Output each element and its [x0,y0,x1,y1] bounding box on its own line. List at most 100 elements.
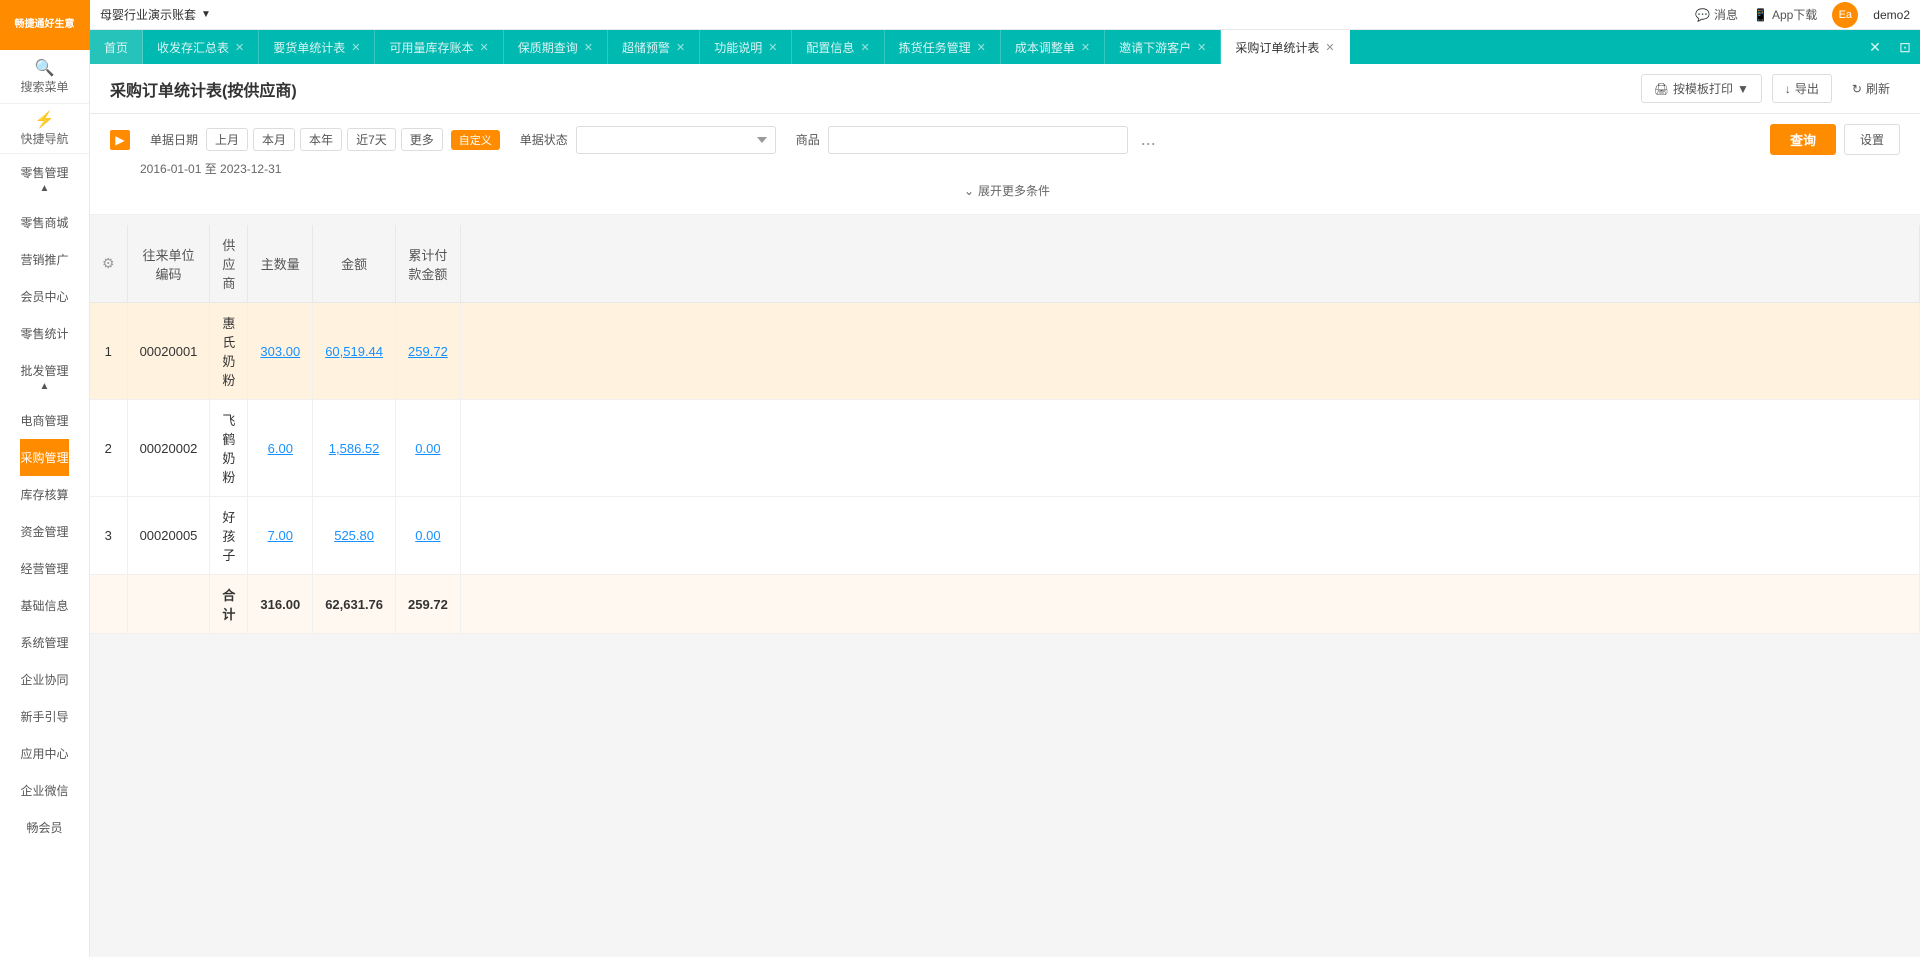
sidebar-item-marketing[interactable]: 营销推广 [20,241,68,278]
username-label[interactable]: demo2 [1873,8,1910,22]
tab-purchase-stat[interactable]: 采购订单统计表 ✕ [1221,30,1349,64]
tab-config-info[interactable]: 配置信息 ✕ [792,30,884,64]
sidebar-item-sys-mgmt[interactable]: 系统管理 [20,624,68,661]
tab-receive-send[interactable]: 收发存汇总表 ✕ [143,30,259,64]
cell-extra [460,400,1919,497]
summary-qty: 316.00 [248,575,313,634]
topbar-right: 💬 消息 📱 App下载 Ea demo2 [1695,2,1910,28]
workspace-selector[interactable]: 母婴行业演示账套 ▼ [100,6,211,23]
filter-bar: ▶ 单据日期 上月 本月 本年 近7天 更多 自定义 单据状态 [90,114,1920,215]
summary-amount: 62,631.76 [313,575,396,634]
settings-button[interactable]: 设置 [1844,124,1900,155]
tab-config-info-close[interactable]: ✕ [860,41,869,54]
page-content: 采购订单统计表(按供应商) 🖨 按模板打印 ▼ ↓ 导出 ↻ 刷新 [90,64,1920,957]
tab-home[interactable]: 首页 [90,30,143,64]
sidebar-item-new-guide[interactable]: 新手引导 [20,698,68,735]
tab-invite-downstream[interactable]: 邀请下游客户 ✕ [1105,30,1221,64]
filter-dots[interactable]: ... [1141,129,1156,150]
topbar: 母婴行业演示账套 ▼ 💬 消息 📱 App下载 Ea demo2 [90,0,1920,30]
query-button[interactable]: 查询 [1770,124,1836,155]
sidebar-item-enterprise-wechat[interactable]: 企业微信 [20,772,68,809]
tab-receive-send-close[interactable]: ✕ [235,41,244,54]
sidebar-item-search[interactable]: 🔍 搜索菜单 [0,50,89,104]
sidebar-item-vip[interactable]: 畅会员 [20,809,68,846]
status-filter-select[interactable] [576,126,776,154]
message-label: 消息 [1714,6,1738,23]
sidebar-item-quick-nav[interactable]: ⚡ 快捷导航 [0,104,89,154]
gear-icon[interactable]: ⚙ [102,255,115,271]
tab-expand-button[interactable]: ⊡ [1890,30,1920,64]
sidebar-item-stock-check[interactable]: 库存核算 [20,476,68,513]
print-button[interactable]: 🖨 按模板打印 ▼ [1641,74,1762,103]
filter-toggle-button[interactable]: ▶ [110,130,130,150]
tab-pick-task[interactable]: 拣货任务管理 ✕ [885,30,1001,64]
tab-over-stock-label: 超储预警 [622,39,670,56]
tab-usable-stock-close[interactable]: ✕ [480,41,489,54]
summary-empty-2 [127,575,210,634]
table-header-row: ⚙ 往来单位编码 供应商 主数量 金额 累计付款金额 [90,225,1920,303]
sidebar-item-ops-mgmt[interactable]: 经营管理 [20,550,68,587]
sidebar-item-enterprise-collab[interactable]: 企业协同 [20,661,68,698]
tab-pick-task-close[interactable]: ✕ [977,41,986,54]
sidebar-item-retail-stat[interactable]: 零售统计 [20,315,68,352]
goods-filter-label: 商品 [796,131,820,148]
tab-over-stock[interactable]: 超储预警 ✕ [608,30,700,64]
summary-empty-3 [460,575,1919,634]
message-button[interactable]: 💬 消息 [1695,6,1738,23]
sidebar-item-member[interactable]: 会员中心 [20,278,68,315]
sidebar-item-purchase-mgmt[interactable]: 采购管理 [20,439,68,476]
date-this-month-button[interactable]: 本月 [253,128,295,151]
date-last-month-button[interactable]: 上月 [206,128,248,151]
export-label: 导出 [1795,80,1819,97]
cell-paid[interactable]: 0.00 [396,497,461,575]
sidebar-item-retail-mgmt[interactable]: 零售管理▲ [20,154,68,204]
summary-label: 合计 [210,575,248,634]
cell-paid[interactable]: 259.72 [396,303,461,400]
tab-shelf-life-close[interactable]: ✕ [584,41,593,54]
sidebar-item-finance[interactable]: 资金管理 [20,513,68,550]
summary-paid: 259.72 [396,575,461,634]
sidebar-item-ecommerce[interactable]: 电商管理 [20,402,68,439]
cell-qty[interactable]: 303.00 [248,303,313,400]
date-more-button[interactable]: 更多 [401,128,443,151]
tab-func-desc-close[interactable]: ✕ [768,41,777,54]
sidebar: 畅捷通好生意 🔍 搜索菜单 ⚡ 快捷导航 零售管理▲零售商城营销推广会员中心零售… [0,0,90,957]
avatar: Ea [1832,2,1858,28]
tab-goods-stat[interactable]: 要货单统计表 ✕ [259,30,375,64]
cell-amount[interactable]: 525.80 [313,497,396,575]
sidebar-item-retail-shop[interactable]: 零售商城 [20,204,68,241]
tab-config-info-label: 配置信息 [806,39,854,56]
tab-close-all-button[interactable]: ✕ [1860,30,1890,64]
tab-cost-adjust-close[interactable]: ✕ [1081,41,1090,54]
cell-qty[interactable]: 6.00 [248,400,313,497]
date-this-year-button[interactable]: 本年 [300,128,342,151]
cell-qty[interactable]: 7.00 [248,497,313,575]
tab-shelf-life[interactable]: 保质期查询 ✕ [504,30,608,64]
page-header: 采购订单统计表(按供应商) 🖨 按模板打印 ▼ ↓ 导出 ↻ 刷新 [90,64,1920,114]
tab-goods-stat-close[interactable]: ✕ [351,41,360,54]
summary-row: 合计 316.00 62,631.76 259.72 [90,575,1920,634]
refresh-button[interactable]: ↻ 刷新 [1842,75,1900,102]
tab-func-desc[interactable]: 功能说明 ✕ [700,30,792,64]
cell-paid[interactable]: 0.00 [396,400,461,497]
app-download-button[interactable]: 📱 App下载 [1753,6,1817,23]
cell-amount[interactable]: 1,586.52 [313,400,396,497]
tab-usable-stock[interactable]: 可用量库存账本 ✕ [375,30,503,64]
expand-more-button[interactable]: ⌄ 展开更多条件 [110,177,1900,204]
sidebar-item-wholesale-mgmt[interactable]: 批发管理▲ [20,352,68,402]
app-download-label: App下载 [1772,6,1817,23]
tab-cost-adjust-label: 成本调整单 [1015,39,1075,56]
goods-filter-input[interactable] [828,126,1128,154]
date-7days-button[interactable]: 近7天 [347,128,396,151]
print-label: 按模板打印 [1673,80,1733,97]
tab-purchase-stat-close[interactable]: ✕ [1325,41,1334,54]
sidebar-item-app-center[interactable]: 应用中心 [20,735,68,772]
tab-over-stock-close[interactable]: ✕ [676,41,685,54]
sidebar-item-basic-info[interactable]: 基础信息 [20,587,68,624]
tab-cost-adjust[interactable]: 成本调整单 ✕ [1001,30,1105,64]
page-title: 采购订单统计表(按供应商) [110,77,297,101]
tab-invite-downstream-close[interactable]: ✕ [1197,41,1206,54]
export-button[interactable]: ↓ 导出 [1772,74,1832,103]
cell-amount[interactable]: 60,519.44 [313,303,396,400]
sidebar-item-wholesale-mgmt-label: 批发管理 [20,362,68,379]
